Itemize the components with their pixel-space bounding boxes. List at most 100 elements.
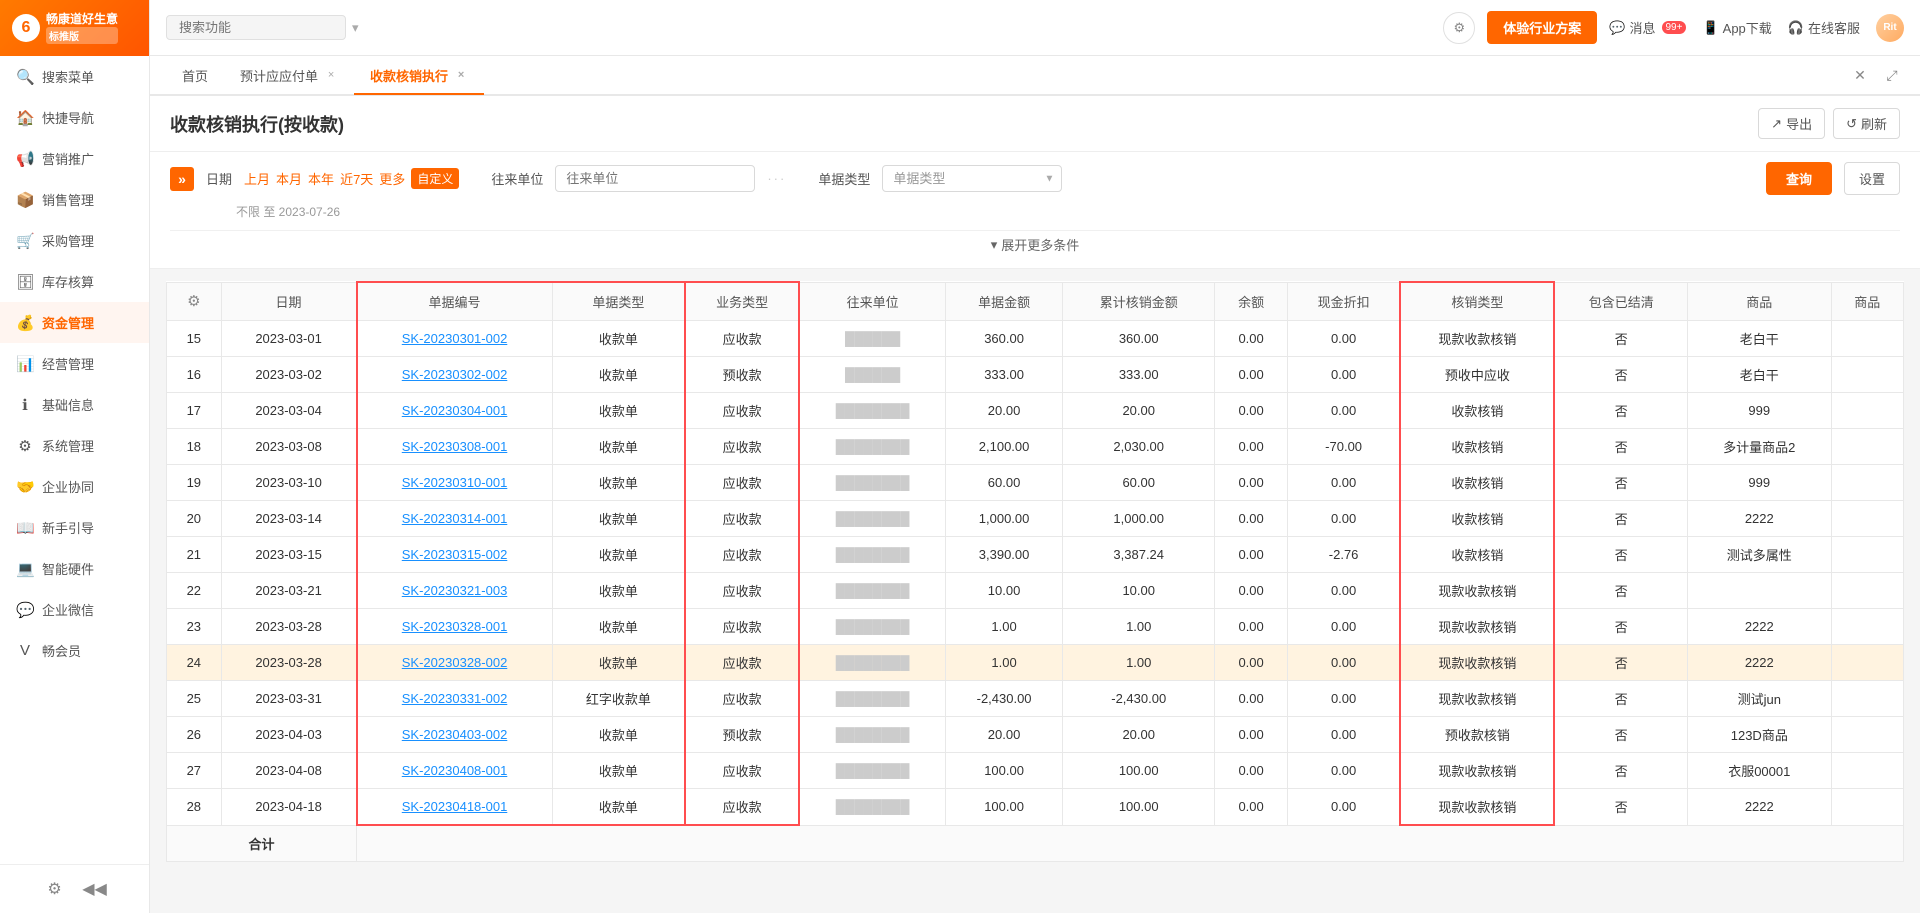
column-settings-icon[interactable]: ⚙: [187, 293, 200, 310]
avatar[interactable]: Rit: [1876, 14, 1904, 42]
cell-goods: 测试jun: [1688, 681, 1832, 717]
tab-prepay-close[interactable]: ×: [324, 68, 338, 82]
sidebar-item-business[interactable]: 📊经营管理: [0, 343, 149, 384]
tab-receipt-write-off[interactable]: 收款核销执行 ×: [354, 57, 484, 95]
sidebar-item-inventory[interactable]: 🗄库存核算: [0, 261, 149, 302]
topbar-right: 💬 消息 99+ 📱 App下载 🎧 在线客服 Rit: [1609, 14, 1904, 42]
cell-voucher-no[interactable]: SK-20230301-002: [357, 321, 553, 357]
sidebar-label-search: 搜索菜单: [42, 67, 94, 86]
sidebar-icon-business: 📊: [16, 355, 34, 373]
close-window-btn[interactable]: ✕: [1848, 63, 1872, 87]
voucher-no-link[interactable]: SK-20230315-002: [402, 547, 508, 562]
export-icon: ↗: [1771, 116, 1782, 132]
filter-this-month[interactable]: 本月: [276, 169, 302, 188]
filter-query-btn[interactable]: 查询: [1766, 162, 1832, 195]
tab-prepay[interactable]: 预计应应付单 ×: [224, 57, 354, 95]
industry-solution-btn[interactable]: 体验行业方案: [1487, 11, 1597, 44]
sidebar-item-guide[interactable]: 📖新手引导: [0, 507, 149, 548]
cell-voucher-no[interactable]: SK-20230308-001: [357, 429, 553, 465]
sidebar-item-search[interactable]: 🔍搜索菜单: [0, 56, 149, 97]
app-download-btn[interactable]: 📱 App下载: [1702, 18, 1771, 37]
cell-goods: 2222: [1688, 645, 1832, 681]
cell-balance: 0.00: [1215, 357, 1287, 393]
filter-last-month[interactable]: 上月: [244, 169, 270, 188]
cell-voucher-no[interactable]: SK-20230408-001: [357, 753, 553, 789]
sidebar-label-basic: 基础信息: [42, 395, 94, 414]
cell-accum-write-off: 100.00: [1063, 789, 1215, 826]
voucher-no-link[interactable]: SK-20230304-001: [402, 403, 508, 418]
voucher-no-link[interactable]: SK-20230328-001: [402, 619, 508, 634]
voucher-no-link[interactable]: SK-20230314-001: [402, 511, 508, 526]
cell-voucher-no[interactable]: SK-20230403-002: [357, 717, 553, 753]
voucher-no-link[interactable]: SK-20230301-002: [402, 331, 508, 346]
messages-btn[interactable]: 💬 消息 99+: [1609, 18, 1686, 37]
sidebar-label-inventory: 库存核算: [42, 272, 94, 291]
col-cash-discount-header: 现金折扣: [1287, 282, 1400, 321]
filter-counterpart-label: 往来单位: [491, 169, 543, 188]
sidebar-item-corp[interactable]: 🤝企业协同: [0, 466, 149, 507]
cell-include-settled: 否: [1554, 645, 1687, 681]
online-service-btn[interactable]: 🎧 在线客服: [1788, 18, 1860, 37]
search-input[interactable]: [166, 15, 346, 40]
sidebar-item-system[interactable]: ⚙系统管理: [0, 425, 149, 466]
filter-voucher-type-select[interactable]: 单据类型: [882, 165, 1062, 192]
sidebar-item-basic[interactable]: ℹ基础信息: [0, 384, 149, 425]
sidebar-item-hardware[interactable]: 💻智能硬件: [0, 548, 149, 589]
cell-date: 2023-03-10: [221, 465, 356, 501]
cell-voucher-type: 收款单: [552, 357, 685, 393]
sidebar-item-member[interactable]: V畅会员: [0, 630, 149, 671]
cell-voucher-no[interactable]: SK-20230328-002: [357, 645, 553, 681]
voucher-no-link[interactable]: SK-20230308-001: [402, 439, 508, 454]
tab-home[interactable]: 首页: [166, 57, 224, 95]
export-btn[interactable]: ↗ 导出: [1758, 108, 1825, 139]
cell-voucher-no[interactable]: SK-20230310-001: [357, 465, 553, 501]
cell-voucher-no[interactable]: SK-20230302-002: [357, 357, 553, 393]
voucher-no-link[interactable]: SK-20230321-003: [402, 583, 508, 598]
filter-more[interactable]: 更多: [379, 169, 405, 188]
filter-setting-btn[interactable]: 设置: [1844, 162, 1900, 195]
sidebar-item-purchase[interactable]: 🛒采购管理: [0, 220, 149, 261]
sidebar-settings-btn[interactable]: ⚙: [39, 873, 71, 905]
cell-voucher-no[interactable]: SK-20230321-003: [357, 573, 553, 609]
sidebar-item-sales[interactable]: 📦销售管理: [0, 179, 149, 220]
cell-goods: 999: [1688, 393, 1832, 429]
voucher-no-link[interactable]: SK-20230418-001: [402, 799, 508, 814]
cell-biz-type: 应收款: [685, 789, 799, 826]
voucher-no-link[interactable]: SK-20230302-002: [402, 367, 508, 382]
sidebar-item-marketing[interactable]: 📢营销推广: [0, 138, 149, 179]
sidebar-item-finance[interactable]: 💰资金管理: [0, 302, 149, 343]
sidebar-item-wechat[interactable]: 💬企业微信: [0, 589, 149, 630]
cell-voucher-no[interactable]: SK-20230315-002: [357, 537, 553, 573]
sidebar-icon-member: V: [16, 642, 34, 659]
filter-date-label: 日期: [206, 169, 232, 188]
filter-counterpart-input[interactable]: [555, 165, 755, 192]
filter-7days[interactable]: 近7天: [340, 169, 373, 188]
sidebar-icon-corp: 🤝: [16, 478, 34, 496]
voucher-no-link[interactable]: SK-20230331-002: [402, 691, 508, 706]
sidebar-collapse-btn[interactable]: ◀◀: [79, 873, 111, 905]
sidebar-item-quicknav[interactable]: 🏠快捷导航: [0, 97, 149, 138]
cell-accum-write-off: 333.00: [1063, 357, 1215, 393]
filter-this-year[interactable]: 本年: [308, 169, 334, 188]
voucher-no-link[interactable]: SK-20230403-002: [402, 727, 508, 742]
settings-gear-btn[interactable]: ⚙: [1443, 12, 1475, 44]
refresh-btn[interactable]: ↺ 刷新: [1833, 108, 1900, 139]
cell-voucher-no[interactable]: SK-20230304-001: [357, 393, 553, 429]
cell-voucher-no[interactable]: SK-20230418-001: [357, 789, 553, 826]
voucher-no-link[interactable]: SK-20230328-002: [402, 655, 508, 670]
cell-voucher-no[interactable]: SK-20230328-001: [357, 609, 553, 645]
filter-custom-btn[interactable]: 自定义: [411, 168, 459, 189]
expand-more-btn[interactable]: ▾ 展开更多条件: [170, 230, 1900, 258]
filter-expand-btn[interactable]: »: [170, 167, 194, 191]
page-title: 收款核销执行(按收款): [170, 111, 344, 149]
footer-empty: [357, 825, 1904, 861]
voucher-no-link[interactable]: SK-20230408-001: [402, 763, 508, 778]
cell-voucher-no[interactable]: SK-20230314-001: [357, 501, 553, 537]
voucher-no-link[interactable]: SK-20230310-001: [402, 475, 508, 490]
cell-amount: 10.00: [946, 573, 1063, 609]
cell-voucher-no[interactable]: SK-20230331-002: [357, 681, 553, 717]
col-goods-header: 商品: [1688, 282, 1832, 321]
expand-window-btn[interactable]: ⤢: [1880, 63, 1904, 87]
tab-receipt-close[interactable]: ×: [454, 68, 468, 82]
tabbar: 首页 预计应应付单 × 收款核销执行 × ✕ ⤢: [150, 56, 1920, 96]
